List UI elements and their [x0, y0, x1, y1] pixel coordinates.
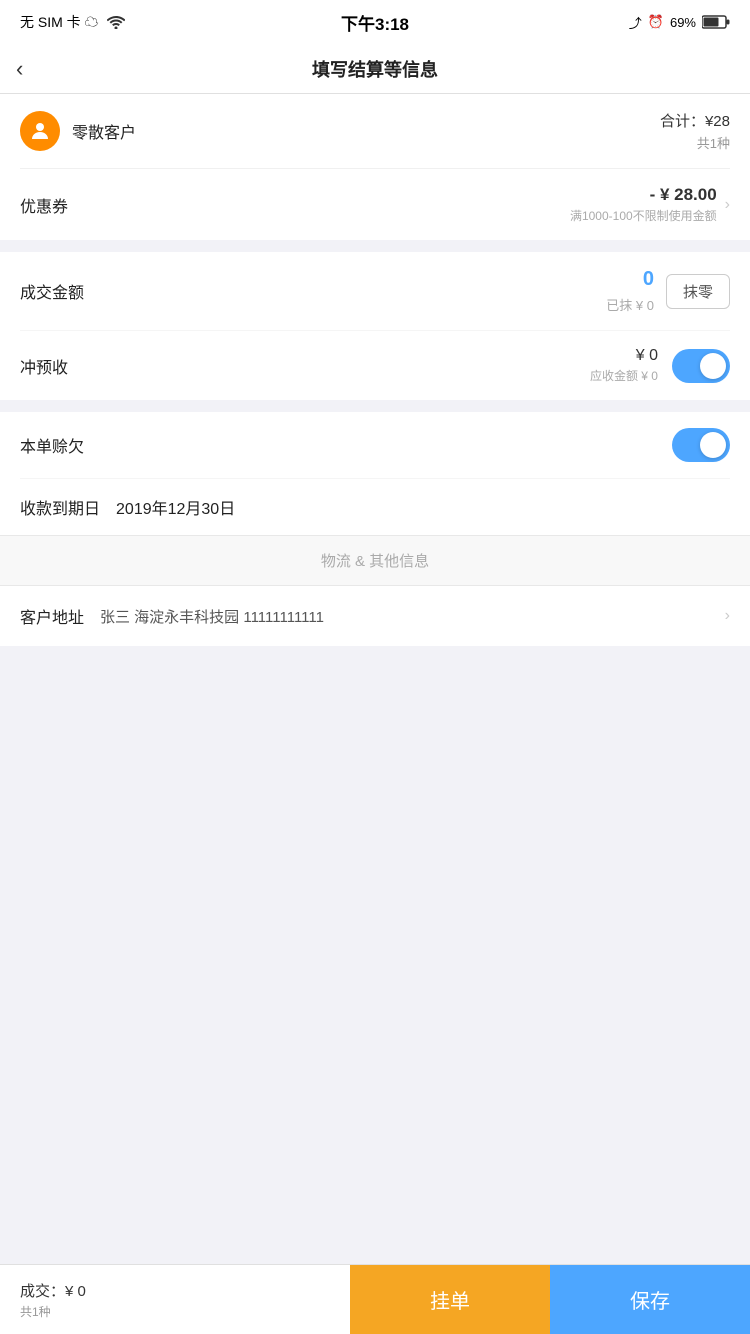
customer-row: 零散客户 合计：¥28 共1种 — [20, 94, 730, 169]
bottom-count: 共1种 — [20, 1303, 330, 1320]
status-time: 下午3:18 — [341, 10, 409, 35]
ya-mo-label: 已抹 ¥ 0 — [606, 295, 654, 314]
credit-section: 本单赊欠 收款到期日 2019年12月30日 — [0, 412, 750, 535]
bottom-deal-amount: 成交：¥ 0 — [20, 1280, 330, 1301]
coupon-amount: - ¥ 28.00 — [570, 185, 717, 205]
toggle-knob — [700, 353, 726, 379]
pre-amount-block: ¥ 0 应收金额 ¥ 0 — [590, 347, 658, 384]
address-row[interactable]: 客户地址 张三 海淀永丰科技园 11111111111 › — [0, 586, 750, 646]
deal-value-block: 0 已抹 ¥ 0 抹零 — [606, 268, 730, 314]
pre-amount: ¥ 0 — [590, 347, 658, 365]
bottom-deal-value: ¥ 0 — [65, 1283, 86, 1300]
status-bar: 无 SIM 卡 ☁ 下午3:18 ⤴ ⏰ 69% — [0, 0, 750, 44]
hang-button-label: 挂单 — [430, 1285, 470, 1314]
battery-percent: 69% — [670, 15, 696, 30]
coupon-chevron-icon: › — [725, 196, 730, 214]
deal-right-block: 0 已抹 ¥ 0 — [606, 268, 654, 314]
section-divider-2 — [0, 400, 750, 412]
duedate-value: 2019年12月30日 — [116, 495, 235, 519]
credit-toggle-knob — [700, 432, 726, 458]
customer-left: 零散客户 — [20, 111, 136, 151]
save-button[interactable]: 保存 — [550, 1265, 750, 1334]
pre-receive-toggle[interactable] — [672, 349, 730, 383]
coupon-label: 优惠券 — [20, 193, 68, 217]
coupon-value-block: - ¥ 28.00 满1000-100不限制使用金额 — [570, 185, 717, 224]
address-chevron-icon: › — [725, 607, 730, 625]
pre-sub-label: 应收金额 ¥ 0 — [590, 367, 658, 384]
pre-receive-right: ¥ 0 应收金额 ¥ 0 — [590, 347, 730, 384]
deal-row: 成交金额 0 已抹 ¥ 0 抹零 — [20, 252, 730, 331]
bottom-bar: 成交：¥ 0 共1种 挂单 保存 — [0, 1264, 750, 1334]
bottom-info: 成交：¥ 0 共1种 — [0, 1280, 350, 1320]
spacer — [0, 646, 750, 846]
address-value: 张三 海淀永丰科技园 11111111111 — [100, 606, 715, 627]
logistics-divider: 物流 & 其他信息 — [0, 535, 750, 586]
battery-icon — [702, 15, 730, 29]
page-title: 填写结算等信息 — [312, 56, 438, 82]
customer-total: 合计：¥28 共1种 — [660, 110, 730, 152]
avatar — [20, 111, 60, 151]
deal-amount: 0 — [643, 268, 654, 290]
wifi-icon — [107, 15, 125, 29]
status-right: ⤴ ⏰ 69% — [629, 13, 730, 32]
pre-receive-label: 冲预收 — [20, 354, 68, 378]
total-amount: 合计：¥28 — [660, 110, 730, 131]
pre-receive-row: 冲预收 ¥ 0 应收金额 ¥ 0 — [20, 331, 730, 400]
alarm-icon: ⏰ — [648, 14, 664, 30]
coupon-desc: 满1000-100不限制使用金额 — [570, 207, 717, 224]
deal-label: 成交金额 — [20, 279, 100, 303]
nav-bar: ‹ 填写结算等信息 — [0, 44, 750, 94]
credit-row: 本单赊欠 — [20, 412, 730, 478]
coupon-right: - ¥ 28.00 满1000-100不限制使用金额 › — [570, 185, 730, 224]
hang-button[interactable]: 挂单 — [350, 1265, 550, 1334]
credit-toggle[interactable] — [672, 428, 730, 462]
customer-name: 零散客户 — [72, 119, 136, 143]
round-button[interactable]: 抹零 — [666, 274, 730, 309]
location-icon: ⤴ — [629, 13, 642, 32]
duedate-row: 收款到期日 2019年12月30日 — [20, 478, 730, 535]
coupon-row[interactable]: 优惠券 - ¥ 28.00 满1000-100不限制使用金额 › — [20, 169, 730, 240]
customer-section: 零散客户 合计：¥28 共1种 优惠券 - ¥ 28.00 满1000-100不… — [0, 94, 750, 240]
total-count: 共1种 — [660, 133, 730, 152]
duedate-label: 收款到期日 — [20, 495, 100, 519]
bottom-deal-label: 成交： — [20, 1283, 65, 1300]
status-left: 无 SIM 卡 ☁ — [20, 12, 125, 32]
back-button[interactable]: ‹ — [16, 56, 23, 82]
sim-label: 无 SIM 卡 ☁ — [20, 12, 99, 32]
credit-label: 本单赊欠 — [20, 433, 84, 457]
deal-section: 成交金额 0 已抹 ¥ 0 抹零 冲预收 ¥ 0 应收金额 ¥ 0 — [0, 252, 750, 400]
section-divider-1 — [0, 240, 750, 252]
address-label: 客户地址 — [20, 604, 90, 628]
save-button-label: 保存 — [630, 1285, 670, 1314]
logistics-label: 物流 & 其他信息 — [321, 550, 429, 571]
